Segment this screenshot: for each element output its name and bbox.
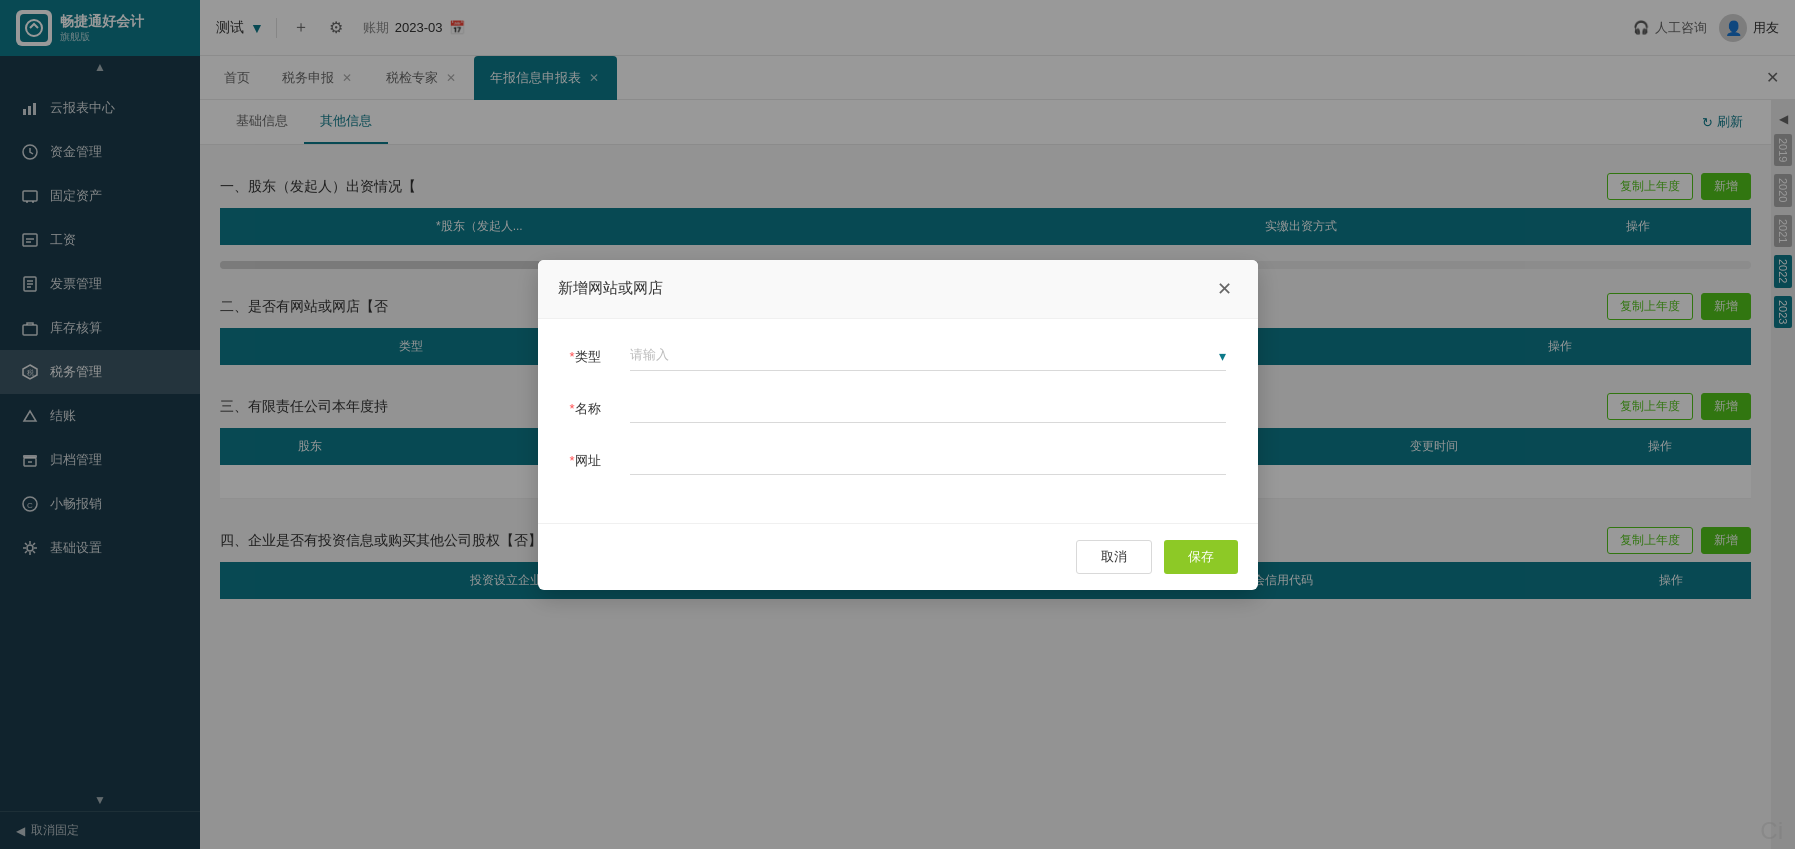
save-button[interactable]: 保存	[1164, 540, 1238, 574]
form-row-name: *名称	[570, 395, 1226, 423]
name-input[interactable]	[630, 395, 1226, 418]
type-input[interactable]	[630, 343, 1226, 366]
form-input-wrap-url	[630, 447, 1226, 475]
type-dropdown-icon[interactable]: ▾	[1219, 348, 1226, 364]
form-label-type: *类型	[570, 348, 630, 366]
cancel-button[interactable]: 取消	[1076, 540, 1152, 574]
url-input[interactable]	[630, 447, 1226, 470]
form-label-name: *名称	[570, 400, 630, 418]
form-input-wrap-type: ▾	[630, 343, 1226, 371]
modal-overlay[interactable]: 新增网站或网店 ✕ *类型 ▾ *名称	[0, 0, 1795, 849]
label-text-url: 网址	[575, 453, 601, 468]
label-text-name: 名称	[575, 401, 601, 416]
form-label-url: *网址	[570, 452, 630, 470]
label-text-type: 类型	[575, 349, 601, 364]
modal-close-button[interactable]: ✕	[1211, 276, 1238, 302]
modal-title: 新增网站或网店	[558, 279, 663, 298]
form-row-url: *网址	[570, 447, 1226, 475]
modal-header: 新增网站或网店 ✕	[538, 260, 1258, 319]
modal-footer: 取消 保存	[538, 523, 1258, 590]
modal-body: *类型 ▾ *名称 *网址	[538, 319, 1258, 523]
modal-add-website: 新增网站或网店 ✕ *类型 ▾ *名称	[538, 260, 1258, 590]
form-input-wrap-name	[630, 395, 1226, 423]
form-row-type: *类型 ▾	[570, 343, 1226, 371]
